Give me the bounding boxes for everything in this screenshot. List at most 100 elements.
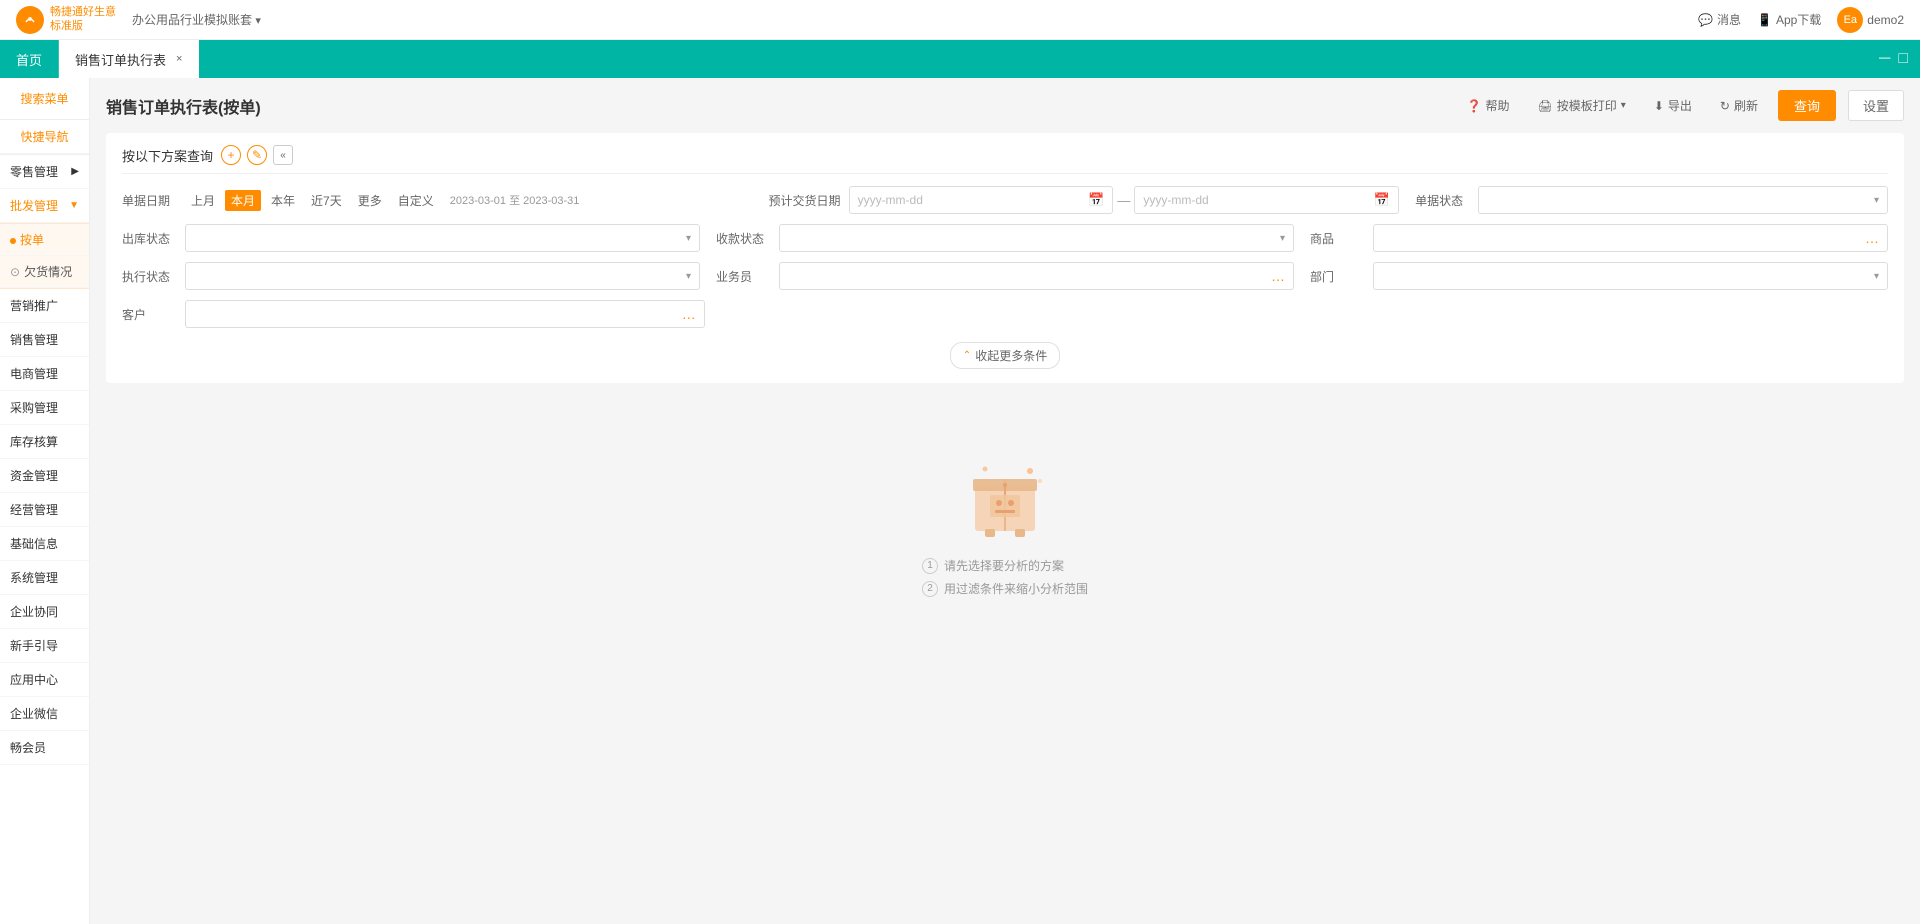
sidebar-item-system-mgmt[interactable]: 系统管理 [0, 561, 89, 595]
sidebar-item-corp-wechat[interactable]: 企业微信 [0, 697, 89, 731]
tab-sales-order[interactable]: 销售订单执行表 × [59, 40, 199, 78]
app-download-btn[interactable]: 📱 App下载 [1757, 11, 1821, 28]
user-btn[interactable]: Ea demo2 [1837, 7, 1904, 33]
goods-label: 商品 [1310, 230, 1365, 247]
dept-label: 部门 [1310, 268, 1365, 285]
sidebar-item-finance[interactable]: 资金管理 [0, 459, 89, 493]
filter-field-collect-status: 收款状态 ▾ [716, 224, 1294, 252]
refresh-btn[interactable]: ↻ 刷新 [1712, 93, 1766, 118]
customer-dots[interactable]: … [682, 306, 696, 322]
sidebar-item-quick-nav[interactable]: 快捷导航 [0, 120, 89, 154]
date-tab-cur-year[interactable]: 本年 [265, 190, 301, 211]
filter-field-date: 单据日期 上月 本月 本年 近7天 更多 自定义 2023-03-01 至 20… [122, 190, 753, 211]
collect-status-arrow: ▾ [1280, 233, 1285, 244]
edit-scheme-btn[interactable]: ✎ [247, 145, 267, 165]
date-separator: — [1117, 193, 1130, 208]
bill-status-label: 单据状态 [1415, 192, 1470, 209]
top-bar-right: 💬 消息 📱 App下载 Ea demo2 [1698, 7, 1904, 33]
filter-row-3: 执行状态 ▾ 业务员 … 部门 [122, 262, 1888, 290]
dept-select[interactable]: ▾ [1373, 262, 1888, 290]
expected-date-end[interactable]: yyyy-mm-dd 📅 [1134, 186, 1399, 214]
empty-hint-1: 1 请先选择要分析的方案 [922, 557, 1088, 574]
empty-hint-2: 2 用过滤条件来缩小分析范围 [922, 580, 1088, 597]
bill-status-arrow: ▾ [1874, 195, 1879, 206]
sidebar-item-retail-mgmt[interactable]: 零售管理 ▶ [0, 155, 89, 189]
calendar-end-icon: 📅 [1374, 192, 1390, 208]
filter-section-header: 按以下方案查询 + ✎ « [122, 145, 1888, 174]
help-icon: ❓ [1467, 99, 1482, 113]
page-header: 销售订单执行表(按单) ❓ 帮助 🖨 按模板打印 ▾ ⬇ 导出 [106, 90, 1904, 121]
collapse-more-btn[interactable]: ⌃ 收起更多条件 [950, 342, 1060, 369]
active-dot [10, 238, 16, 244]
filter-field-bill-status: 单据状态 ▾ [1415, 186, 1888, 214]
goods-dots[interactable]: … [1865, 230, 1879, 246]
help-btn[interactable]: ❓ 帮助 [1459, 93, 1518, 118]
sidebar-item-operations[interactable]: 经营管理 [0, 493, 89, 527]
collapse-panel-btn[interactable]: « [273, 145, 293, 165]
sidebar-item-enterprise[interactable]: 企业协同 [0, 595, 89, 629]
sidebar-item-newbie[interactable]: 新手引导 [0, 629, 89, 663]
download-icon: 📱 [1757, 13, 1772, 27]
salesman-input[interactable]: … [779, 262, 1294, 290]
empty-state: 1 请先选择要分析的方案 2 用过滤条件来缩小分析范围 [106, 391, 1904, 663]
backorder-icon: ⊙ [10, 265, 20, 279]
sidebar-item-marketing[interactable]: 营销推广 [0, 289, 89, 323]
message-btn[interactable]: 💬 消息 [1698, 11, 1741, 28]
expected-date-start[interactable]: yyyy-mm-dd 📅 [849, 186, 1114, 214]
export-btn[interactable]: ⬇ 导出 [1646, 93, 1700, 118]
sidebar-item-basic-info[interactable]: 基础信息 [0, 527, 89, 561]
out-status-arrow: ▾ [686, 233, 691, 244]
add-scheme-btn[interactable]: + [221, 145, 241, 165]
hint-num-2: 2 [922, 581, 938, 597]
collapse-arrow-icon: ⌃ [963, 350, 971, 361]
sidebar-item-by-order[interactable]: 按单 [0, 224, 89, 256]
tab-home[interactable]: 首页 [0, 40, 59, 78]
filter-field-out-status: 出库状态 ▾ [122, 224, 700, 252]
print-btn[interactable]: 🖨 按模板打印 ▾ [1530, 93, 1634, 118]
date-range-text: 2023-03-01 至 2023-03-31 [450, 192, 580, 208]
settings-btn[interactable]: 设置 [1848, 90, 1904, 121]
filter-row-2: 出库状态 ▾ 收款状态 ▾ 商品 [122, 224, 1888, 252]
search-btn[interactable]: 查询 [1778, 90, 1836, 121]
page-title: 销售订单执行表(按单) [106, 94, 261, 118]
filter-panel: 按以下方案查询 + ✎ « 单据日期 上月 本月 [106, 133, 1904, 383]
sidebar-item-sales-mgmt[interactable]: 销售管理 [0, 323, 89, 357]
date-tab-7days[interactable]: 近7天 [305, 190, 348, 211]
sidebar-item-app-center[interactable]: 应用中心 [0, 663, 89, 697]
bill-status-select[interactable]: ▾ [1478, 186, 1888, 214]
goods-input[interactable]: … [1373, 224, 1888, 252]
sidebar-search: 搜索菜单 [0, 78, 89, 120]
date-tab-prev-month[interactable]: 上月 [185, 190, 221, 211]
window-minimize-btn[interactable]: ─ [1879, 50, 1890, 68]
date-tab-more[interactable]: 更多 [352, 190, 388, 211]
out-status-select[interactable]: ▾ [185, 224, 700, 252]
date-tab-custom[interactable]: 自定义 [392, 190, 440, 211]
wholesale-expand-icon: ▼ [69, 200, 79, 211]
collapse-more-row: ⌃ 收起更多条件 [122, 338, 1888, 371]
sidebar-item-member[interactable]: 畅会员 [0, 731, 89, 765]
logo-text: 畅捷通好生意 标准版 [50, 6, 116, 32]
collect-status-select[interactable]: ▾ [779, 224, 1294, 252]
sidebar-item-backorder[interactable]: ⊙欠货情况 [0, 256, 89, 288]
salesman-label: 业务员 [716, 268, 771, 285]
window-maximize-btn[interactable]: □ [1898, 50, 1908, 68]
date-tab-cur-month[interactable]: 本月 [225, 190, 261, 211]
salesman-dots[interactable]: … [1271, 268, 1285, 284]
sidebar-item-purchase[interactable]: 采购管理 [0, 391, 89, 425]
sidebar-search-btn[interactable]: 搜索菜单 [8, 86, 81, 111]
sidebar-item-ecommerce[interactable]: 电商管理 [0, 357, 89, 391]
exec-status-select[interactable]: ▾ [185, 262, 700, 290]
print-icon: 🖨 [1538, 99, 1553, 113]
tab-close-btn[interactable]: × [176, 53, 182, 65]
sidebar-item-inventory[interactable]: 库存核算 [0, 425, 89, 459]
filter-row-1: 单据日期 上月 本月 本年 近7天 更多 自定义 2023-03-01 至 20… [122, 186, 1888, 214]
filter-field-dept: 部门 ▾ [1310, 262, 1888, 290]
filter-row-4: 客户 … [122, 300, 1888, 328]
expected-date-start-placeholder: yyyy-mm-dd [858, 193, 923, 207]
export-icon: ⬇ [1654, 99, 1664, 113]
customer-input[interactable]: … [185, 300, 705, 328]
app-title-dropdown[interactable]: ▾ [255, 15, 261, 27]
content-area: 销售订单执行表(按单) ❓ 帮助 🖨 按模板打印 ▾ ⬇ 导出 [90, 78, 1920, 924]
sidebar-item-wholesale-mgmt[interactable]: 批发管理 ▼ [0, 189, 89, 223]
app-title: 办公用品行业模拟账套 ▾ [132, 11, 261, 28]
